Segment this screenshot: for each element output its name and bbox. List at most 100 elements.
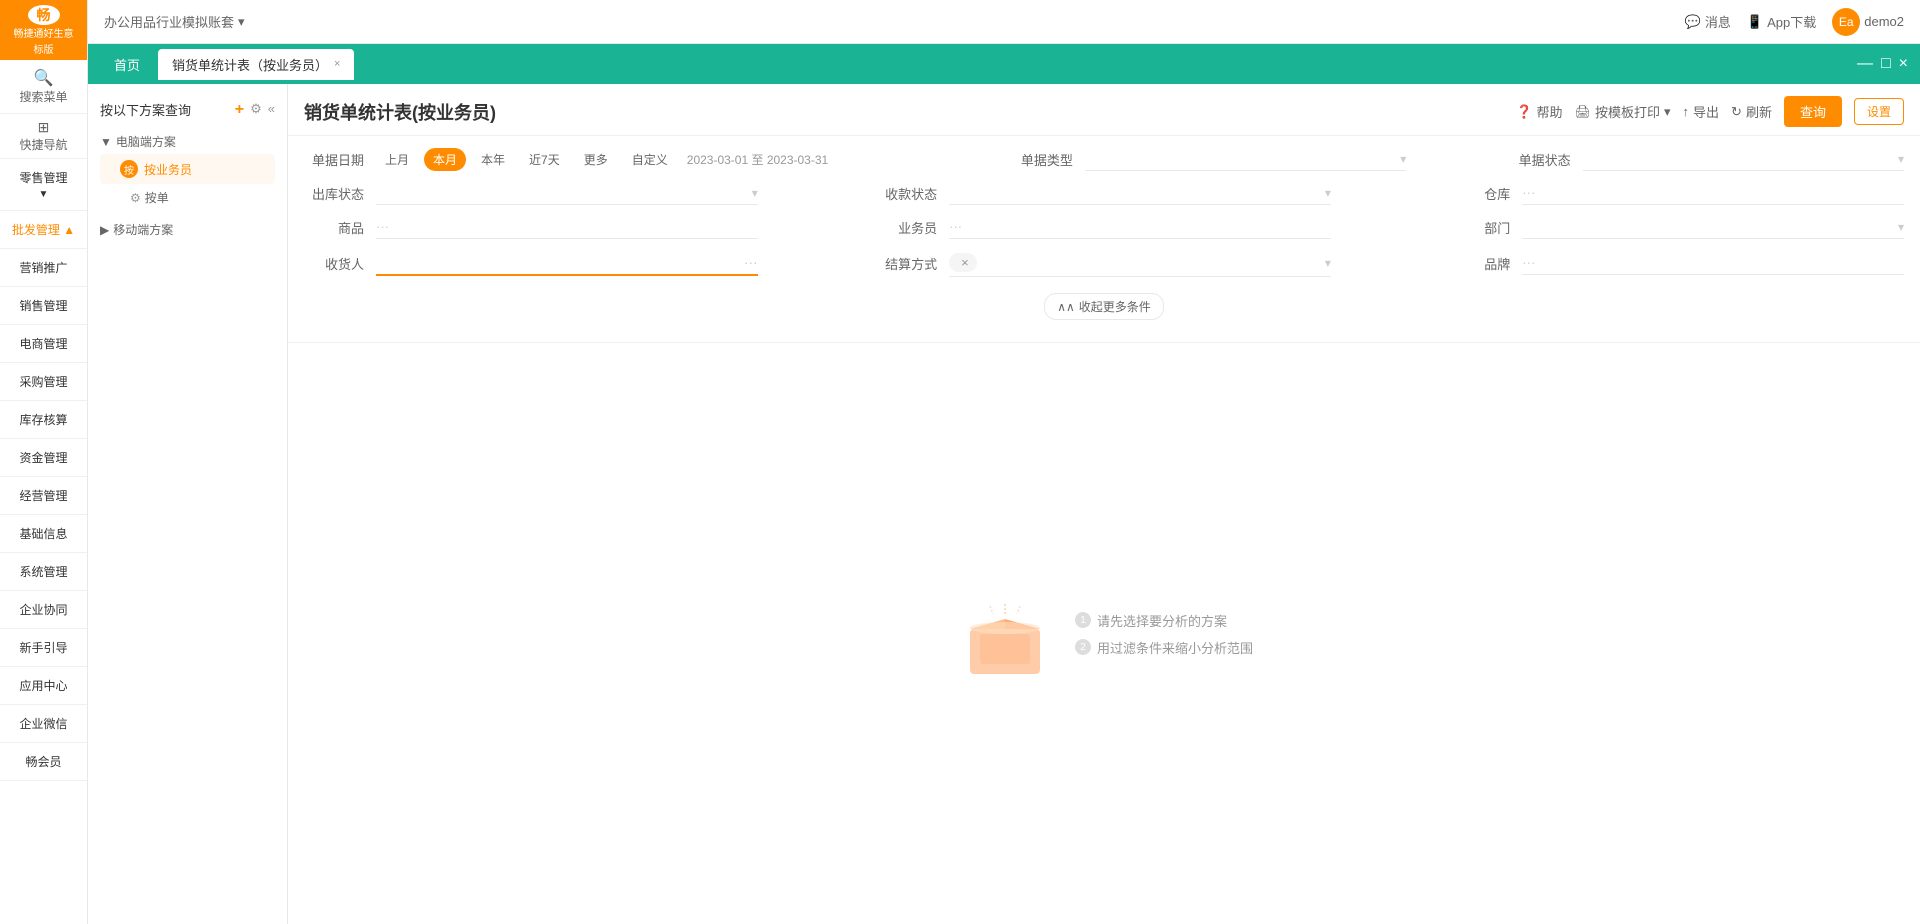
desktop-scheme-header[interactable]: ▼ 电脑端方案 [100,129,275,154]
warehouse-dots: ··· [1522,185,1535,200]
consignee-input-field[interactable] [376,255,744,270]
empty-hint-1: 1 请先选择要分析的方案 [1075,611,1253,630]
minimize-icon[interactable]: — [1857,55,1873,73]
help-button[interactable]: ❓ 帮助 [1516,102,1562,121]
export-button[interactable]: ↑ 导出 [1683,102,1720,121]
collapse-up-icon: ∧∧ [1057,300,1075,314]
scheme-sub-item-order[interactable]: ⚙ 按单 [100,184,275,211]
help-icon: ❓ [1516,104,1532,120]
collapse-panel-icon[interactable]: « [268,101,275,119]
date-custom[interactable]: 自定义 [623,148,677,171]
refresh-icon: ↻ [1731,104,1742,120]
sidebar-item-basic[interactable]: 基础信息 [0,515,87,553]
date-last-month[interactable]: 上月 [376,148,418,171]
hint-num-2: 2 [1075,639,1091,655]
sidebar-item-finance[interactable]: 资金管理 [0,439,87,477]
brand-select[interactable]: ··· [1522,251,1904,275]
scheme-item-salesman[interactable]: 按 按业务员 [100,154,275,184]
sidebar-item-retail[interactable]: 零售管理 ▼ [0,159,87,211]
tab-bar: 首页 销货单统计表（按业务员） × — □ × [88,44,1920,84]
app-logo: 畅 畅捷通好生意 标版 [0,0,88,60]
message-label: 消息 [1705,12,1731,31]
date-this-month[interactable]: 本月 [424,148,466,171]
brand-label: 品牌 [1450,254,1510,273]
product-select[interactable]: ··· [376,215,758,239]
hint-num-1: 1 [1075,612,1091,628]
breadcrumb-dropdown-icon[interactable]: ▾ [238,14,245,30]
settings-scheme-icon[interactable]: ⚙ [250,101,262,119]
sidebar-item-wholesale[interactable]: 批发管理 ▲ [0,211,87,249]
message-button[interactable]: 💬 消息 [1685,12,1731,31]
collapse-button[interactable]: ∧∧ 收起更多条件 [1044,293,1164,320]
consignee-dots-icon[interactable]: ··· [744,254,758,270]
current-tab-label: 销货单统计表（按业务员） [172,55,328,74]
empty-state: 1 请先选择要分析的方案 2 用过滤条件来缩小分析范围 [288,343,1920,924]
mobile-section[interactable]: ▶ 移动端方案 [88,215,287,244]
date-filter: 上月 本月 本年 近7天 更多 自定义 2023-03-01 至 2023-03… [376,148,828,171]
sidebar-item-enterprise[interactable]: 企业协同 [0,591,87,629]
sidebar-item-purchase[interactable]: 采购管理 [0,363,87,401]
salesman-select[interactable]: ··· [949,215,1331,239]
date-last7[interactable]: 近7天 [520,148,569,171]
status-label: 单据状态 [1511,150,1571,169]
filter-row-1: 单据日期 上月 本月 本年 近7天 更多 自定义 2023-03-01 至 20… [304,148,1904,171]
right-content: 销货单统计表(按业务员) ❓ 帮助 🖨 按模板打印 ▾ ↑ 导出 [288,84,1920,924]
salesman-label: 业务员 [877,218,937,237]
tab-sales-stats[interactable]: 销货单统计表（按业务员） × [158,49,354,80]
date-more[interactable]: 更多 [575,148,617,171]
tab-home[interactable]: 首页 [100,49,154,80]
page-header: 销货单统计表(按业务员) ❓ 帮助 🖨 按模板打印 ▾ ↑ 导出 [288,84,1920,136]
app-version: 标版 [34,41,54,56]
maximize-icon[interactable]: □ [1881,55,1891,73]
collapse-label: 收起更多条件 [1079,298,1151,315]
product-dots: ··· [376,219,389,234]
settlement-tag-close[interactable]: × [961,255,969,270]
sidebar-item-sales[interactable]: 销售管理 [0,287,87,325]
sidebar-item-member[interactable]: 畅会员 [0,743,87,781]
sidebar-item-marketing[interactable]: 营销推广 [0,249,87,287]
sidebar-search[interactable]: 🔍 搜索菜单 [0,60,87,114]
query-button[interactable]: 查询 [1784,96,1842,127]
app-download-button[interactable]: 📱 App下载 [1747,12,1816,31]
print-button[interactable]: 🖨 按模板打印 ▾ [1574,102,1670,121]
quicknav-label: 快捷导航 [0,136,87,153]
desktop-section-label: 电脑端方案 [116,133,176,150]
avatar: Ea [1832,8,1860,36]
tab-close-icon[interactable]: × [334,58,340,70]
user-profile[interactable]: Ea demo2 [1832,8,1904,36]
page-title: 销货单统计表(按业务员) [304,99,496,125]
consignee-input[interactable]: ··· [376,250,758,276]
date-this-year[interactable]: 本年 [472,148,514,171]
settlement-select[interactable]: × ▾ [949,249,1331,277]
sub-icon: ⚙ [130,191,141,205]
close-window-icon[interactable]: × [1899,55,1908,73]
desktop-section: ▼ 电脑端方案 按 按业务员 ⚙ 按单 [88,125,287,215]
home-tab-label: 首页 [114,55,140,74]
out-status-select[interactable]: ▾ [376,182,758,205]
settings-button[interactable]: 设置 [1854,98,1904,125]
status-select[interactable]: ▾ [1583,148,1904,171]
payment-status-select[interactable]: ▾ [949,182,1331,205]
refresh-button[interactable]: ↻ 刷新 [1731,102,1772,121]
desktop-arrow: ▼ [100,135,112,149]
type-select[interactable]: ▾ [1085,148,1406,171]
sidebar-item-newbie[interactable]: 新手引导 [0,629,87,667]
print-dropdown-icon: ▾ [1664,104,1671,120]
message-icon: 💬 [1685,14,1701,30]
date-range-text: 2023-03-01 至 2023-03-31 [687,151,828,168]
warehouse-select[interactable]: ··· [1522,181,1904,205]
sidebar-item-operations[interactable]: 经营管理 [0,477,87,515]
add-scheme-icon[interactable]: + [235,101,244,119]
logo-icon: 畅 [28,5,60,25]
department-select[interactable]: ▾ [1522,216,1904,239]
sidebar-item-system[interactable]: 系统管理 [0,553,87,591]
sidebar-item-inventory[interactable]: 库存核算 [0,401,87,439]
sidebar-item-appcenter[interactable]: 应用中心 [0,667,87,705]
help-label: 帮助 [1536,102,1562,121]
sidebar-quicknav[interactable]: ⊞ 快捷导航 [0,114,87,159]
sidebar-item-wechat[interactable]: 企业微信 [0,705,87,743]
print-label: 按模板打印 [1595,102,1660,121]
active-scheme-dot: 按 [120,160,138,178]
main-area: 办公用品行业模拟账套 ▾ 💬 消息 📱 App下载 Ea demo2 首页 [88,0,1920,924]
sidebar-item-ecommerce[interactable]: 电商管理 [0,325,87,363]
